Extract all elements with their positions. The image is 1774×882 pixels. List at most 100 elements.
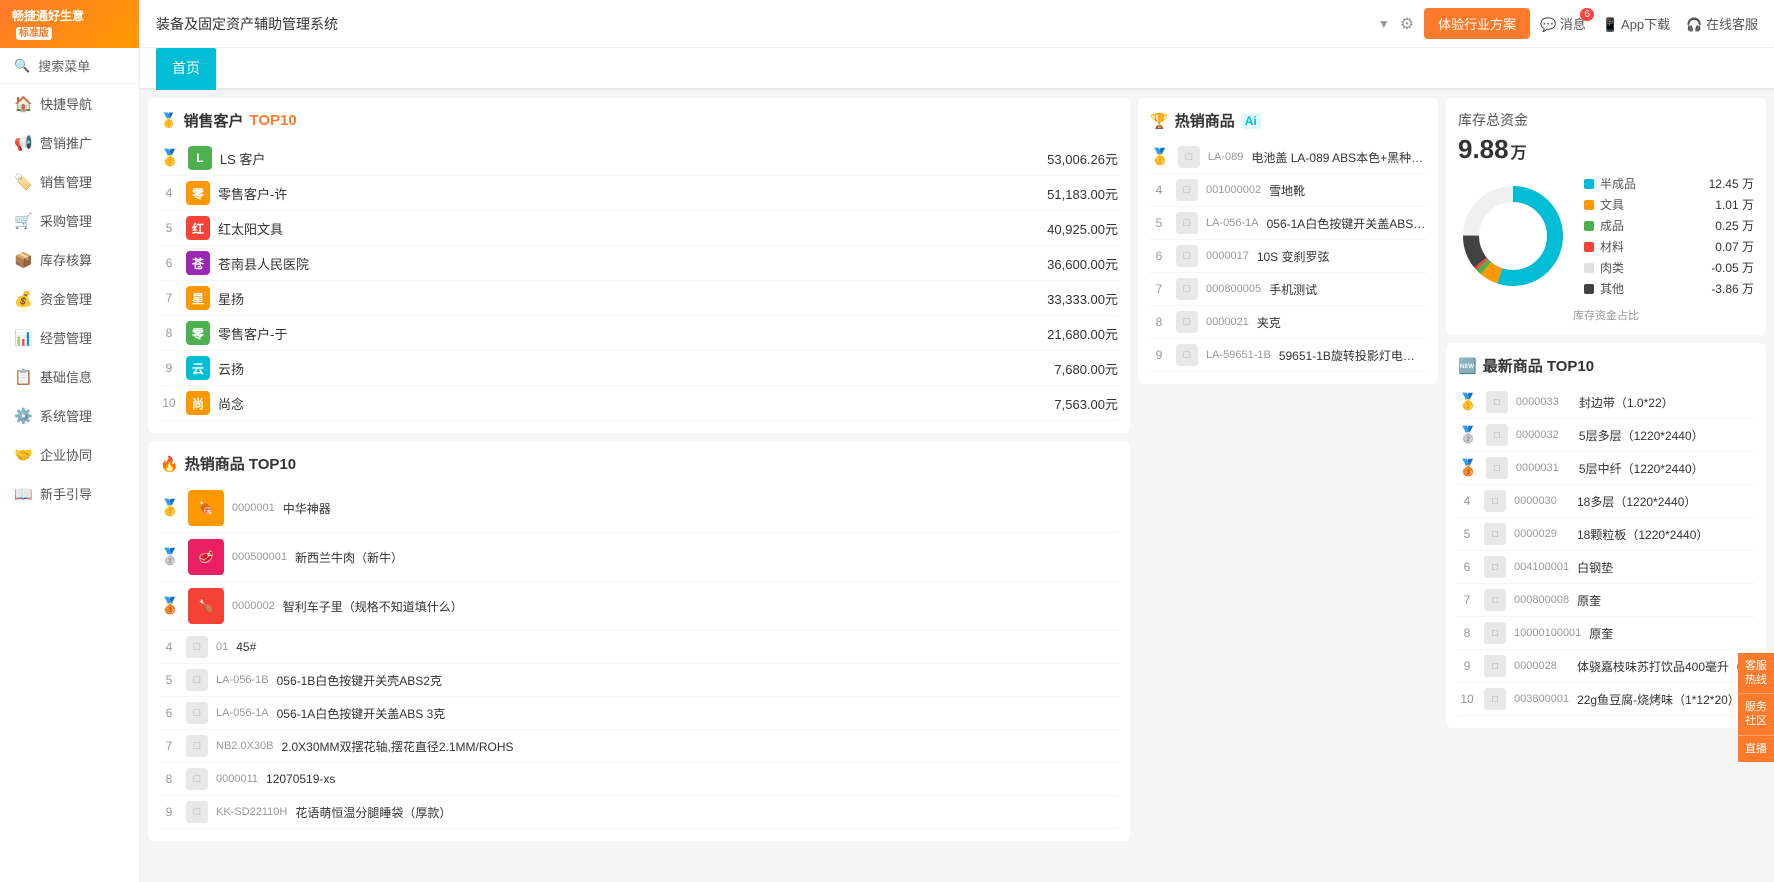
basic-icon: 📋	[14, 368, 32, 386]
customer-row-4: 6 苍 苍南县人民医院 36,600.00元	[160, 246, 1118, 281]
hot-row-5: 5 □ LA-056-1B 056-1B白色按键开关壳ABS2克	[160, 664, 1118, 697]
app-name: 畅捷通好生意	[12, 9, 84, 23]
customer-badge: 苍	[186, 251, 210, 275]
product-code: LA-056-1A	[1206, 217, 1259, 229]
product-name: 056-1B白色按键开关壳ABS2克	[277, 672, 1118, 689]
rank-num: 6	[1150, 249, 1168, 263]
app-download-label: App下载	[1621, 17, 1670, 32]
hot-row-3: 🥉 🍗 0000002 智利车子里（规格不知道填什么）	[160, 582, 1118, 631]
product-code: 10000100001	[1514, 627, 1581, 639]
sidebar-item-sales[interactable]: 🏷️ 销售管理	[0, 162, 139, 201]
product-image: 🥩	[188, 539, 224, 575]
product-icon: □	[1176, 212, 1198, 234]
donut-chart	[1458, 181, 1568, 291]
legend-item-3: 成品 0.25 万	[1584, 215, 1754, 236]
customer-row-6: 8 零 零售客户-于 21,680.00元	[160, 316, 1118, 351]
product-code: 0000011	[216, 773, 258, 785]
rank-num: 7	[160, 291, 178, 305]
product-code: 0000033	[1516, 396, 1571, 408]
latest-row-10: 10 □ 003800001 22g鱼豆腐-烧烤味（1*12*20）	[1458, 683, 1754, 716]
rank-num: 5	[160, 221, 178, 235]
customer-name: 苍南县人民医院	[218, 254, 1039, 273]
online-service-button[interactable]: 🎧 在线客服	[1686, 14, 1758, 33]
sidebar-item-finance[interactable]: 💰 资金管理	[0, 279, 139, 318]
customer-amount: 40,925.00元	[1047, 219, 1118, 238]
latest-products-title: 🆕 最新商品 TOP10	[1458, 355, 1754, 376]
sidebar-item-label: 资金管理	[40, 289, 92, 308]
hot-row-2: 🥈 🥩 000500001 新西兰牛肉（新牛）	[160, 533, 1118, 582]
rank-gold-icon: 🥇	[160, 148, 180, 168]
live-button[interactable]: 直播	[1738, 735, 1774, 762]
sidebar-item-inventory[interactable]: 📦 库存核算	[0, 240, 139, 279]
float-buttons: 客服热线 服务社区 直播	[1738, 653, 1774, 762]
trial-button[interactable]: 体验行业方案	[1424, 8, 1530, 39]
product-name: 10S 变刹罗弦	[1257, 248, 1426, 265]
sidebar-item-label: 系统管理	[40, 406, 92, 425]
dropdown-arrow-icon[interactable]: ▼	[1378, 17, 1390, 31]
customer-service-button[interactable]: 客服热线	[1738, 653, 1774, 694]
community-button[interactable]: 服务社区	[1738, 693, 1774, 735]
rank-num: 9	[160, 805, 178, 819]
product-icon: □	[1484, 556, 1506, 578]
product-code: 004100001	[1514, 561, 1569, 573]
sidebar-item-operation[interactable]: 📊 经营管理	[0, 318, 139, 357]
customer-badge: 红	[186, 216, 210, 240]
legend-val: 0.25 万	[1715, 217, 1754, 234]
mid-prod-row-3: 5 □ LA-056-1A 056-1A白色按键开关盖ABS 3克	[1150, 207, 1426, 240]
customer-amount: 21,680.00元	[1047, 324, 1118, 343]
customer-name: 星扬	[218, 289, 1039, 308]
settings-icon[interactable]: ⚙	[1400, 14, 1414, 34]
product-icon: □	[1484, 490, 1506, 512]
product-icon: □	[1484, 622, 1506, 644]
customer-badge: 零	[186, 321, 210, 345]
legend-item-6: 其他 -3.86 万	[1584, 278, 1754, 299]
rank-num: 8	[160, 772, 178, 786]
mid-prod-row-2: 4 □ 001000002 雪地靴	[1150, 174, 1426, 207]
product-name: 5层中纤（1220*2440）	[1579, 460, 1754, 477]
sidebar-item-collab[interactable]: 🤝 企业协同	[0, 435, 139, 474]
sidebar-item-label: 营销推广	[40, 133, 92, 152]
rank-num: 7	[1150, 282, 1168, 296]
sidebar-item-label: 快捷导航	[40, 94, 92, 113]
customer-row-7: 9 云 云扬 7,680.00元	[160, 351, 1118, 386]
rank-num: 10	[160, 396, 178, 410]
app-download-button[interactable]: 📱 App下载	[1602, 14, 1670, 33]
rank-num: 9	[160, 361, 178, 375]
donut-chart-area: 半成品 12.45 万 文具 1.01 万 成品 0.25 万	[1458, 173, 1754, 299]
rank-num: 4	[1150, 183, 1168, 197]
product-code: 003800001	[1514, 693, 1569, 705]
system-title: 装备及固定资产辅助管理系统	[156, 14, 1368, 34]
product-name: 59651-1B旋转投影灯电池盒ABS黑色+58克	[1279, 347, 1426, 364]
product-name: 原奎	[1589, 625, 1754, 642]
rank-gold-icon: 🥇	[1150, 147, 1170, 167]
message-icon: 💬	[1540, 17, 1556, 32]
sidebar-item-home[interactable]: 🏠 快捷导航	[0, 84, 139, 123]
legend-item-1: 半成品 12.45 万	[1584, 173, 1754, 194]
customer-amount: 7,680.00元	[1054, 359, 1118, 378]
inventory-card: 库存总资金 9.88万	[1446, 98, 1766, 335]
tab-home[interactable]: 首页	[156, 48, 216, 90]
product-code: LA-59651-1B	[1206, 349, 1271, 361]
sidebar-item-system[interactable]: ⚙️ 系统管理	[0, 396, 139, 435]
sidebar-item-marketing[interactable]: 📢 营销推广	[0, 123, 139, 162]
sidebar-item-purchase[interactable]: 🛒 采购管理	[0, 201, 139, 240]
rank-num: 7	[160, 739, 178, 753]
product-code: 001000002	[1206, 184, 1261, 196]
search-menu[interactable]: 🔍 搜索菜单	[0, 48, 139, 84]
medal-icon: 🥇	[160, 112, 177, 129]
message-button[interactable]: 💬 消息 6	[1540, 14, 1586, 33]
latest-row-1: 🥇 □ 0000033 封边带（1.0*22）	[1458, 386, 1754, 419]
sidebar-item-label: 采购管理	[40, 211, 92, 230]
inventory-value: 9.88	[1458, 134, 1509, 164]
sidebar-item-basic[interactable]: 📋 基础信息	[0, 357, 139, 396]
product-name: 12070519-xs	[266, 772, 1118, 786]
mid-panel: 🏆 热销商品 Ai 🥇 □ LA-089 电池盖 LA-089 ABS本色+黑种…	[1138, 98, 1438, 874]
product-icon: □	[1484, 655, 1506, 677]
legend-dot	[1584, 263, 1594, 273]
sidebar-item-guide[interactable]: 📖 新手引导	[0, 474, 139, 513]
hot-row-8: 8 □ 0000011 12070519-xs	[160, 763, 1118, 796]
mid-products-card: 🏆 热销商品 Ai 🥇 □ LA-089 电池盖 LA-089 ABS本色+黑种…	[1138, 98, 1438, 384]
mid-prod-row-6: 8 □ 0000021 夹克	[1150, 306, 1426, 339]
legend-name: 其他	[1600, 280, 1705, 297]
hot-products-title: 🔥 热销商品 TOP10	[160, 453, 1118, 474]
